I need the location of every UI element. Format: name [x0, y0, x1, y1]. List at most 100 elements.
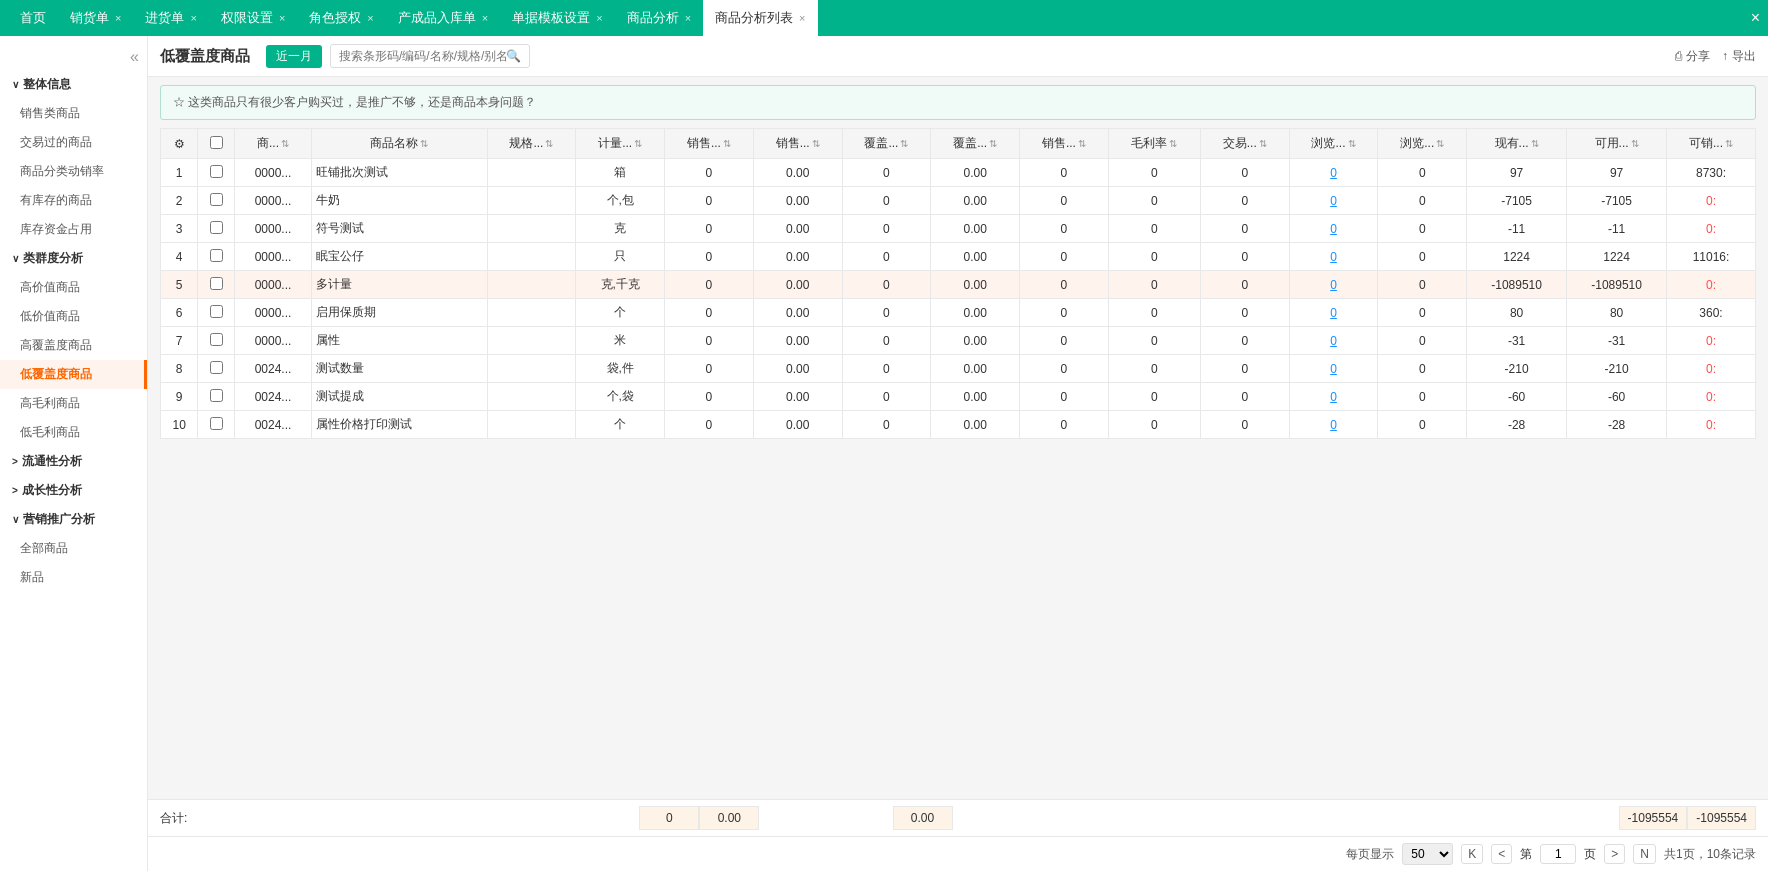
row-browse1[interactable]: 0 [1289, 355, 1378, 383]
col-name[interactable]: 商品名称⇅ [311, 129, 487, 159]
row-checkbox[interactable] [198, 159, 235, 187]
sidebar-item-all-goods[interactable]: 全部商品 [0, 534, 147, 563]
first-page-btn[interactable]: K [1461, 844, 1483, 864]
col-unit[interactable]: 计量...⇅ [576, 129, 665, 159]
last-page-btn[interactable]: N [1633, 844, 1656, 864]
sidebar-item-new-goods[interactable]: 新品 [0, 563, 147, 592]
search-icon[interactable]: 🔍 [506, 49, 521, 63]
sidebar-item-high-coverage[interactable]: 高覆盖度商品 [0, 331, 147, 360]
col-current[interactable]: 现有...⇅ [1467, 129, 1567, 159]
sidebar-item-capital-occupation[interactable]: 库存资金占用 [0, 215, 147, 244]
prev-page-btn[interactable]: < [1491, 844, 1512, 864]
row-checkbox[interactable] [198, 383, 235, 411]
row-checkbox[interactable] [198, 355, 235, 383]
nav-goods-analysis-list[interactable]: 商品分析列表 × [703, 0, 817, 36]
close-purchase-order-icon[interactable]: × [190, 12, 196, 24]
sidebar-item-low-value[interactable]: 低价值商品 [0, 302, 147, 331]
col-sales3[interactable]: 销售...⇅ [1020, 129, 1109, 159]
sidebar-item-stocked-goods[interactable]: 有库存的商品 [0, 186, 147, 215]
row-browse1[interactable]: 0 [1289, 187, 1378, 215]
row-checkbox[interactable] [198, 243, 235, 271]
sidebar-item-high-margin[interactable]: 高毛利商品 [0, 389, 147, 418]
row-browse1[interactable]: 0 [1289, 327, 1378, 355]
close-role-auth-icon[interactable]: × [367, 12, 373, 24]
row-checkbox[interactable] [198, 215, 235, 243]
close-goods-analysis-icon[interactable]: × [685, 12, 691, 24]
row-available: 97 [1567, 159, 1667, 187]
row-browse1[interactable]: 0 [1289, 383, 1378, 411]
row-select-checkbox[interactable] [210, 361, 223, 374]
col-available[interactable]: 可用...⇅ [1567, 129, 1667, 159]
close-goods-analysis-list-icon[interactable]: × [799, 12, 805, 24]
col-sales-amt[interactable]: 销售...⇅ [753, 129, 842, 159]
nav-template-setting[interactable]: 单据模板设置 × [500, 0, 614, 36]
sidebar-collapse-btn[interactable]: « [130, 48, 139, 66]
col-spec[interactable]: 规格...⇅ [487, 129, 576, 159]
row-select-checkbox[interactable] [210, 333, 223, 346]
close-template-icon[interactable]: × [596, 12, 602, 24]
close-sales-order-icon[interactable]: × [115, 12, 121, 24]
page-size-select[interactable]: 50 100 200 [1402, 843, 1453, 865]
row-checkbox[interactable] [198, 411, 235, 439]
next-page-btn[interactable]: > [1604, 844, 1625, 864]
row-checkbox[interactable] [198, 327, 235, 355]
row-spec [487, 327, 576, 355]
sidebar-item-high-value[interactable]: 高价值商品 [0, 273, 147, 302]
col-cover1[interactable]: 覆盖...⇅ [842, 129, 931, 159]
row-select-checkbox[interactable] [210, 165, 223, 178]
close-finished-goods-icon[interactable]: × [482, 12, 488, 24]
col-cover2[interactable]: 覆盖...⇅ [931, 129, 1020, 159]
table-header-row: ⚙ 商...⇅ 商品名称⇅ 规格...⇅ 计量...⇅ 销售...⇅ 销售...… [161, 129, 1756, 159]
row-browse1[interactable]: 0 [1289, 411, 1378, 439]
sidebar-section-overall[interactable]: ∨ 整体信息 [0, 70, 147, 99]
row-checkbox[interactable] [198, 187, 235, 215]
row-browse1[interactable]: 0 [1289, 159, 1378, 187]
col-gross-rate[interactable]: 毛利率⇅ [1108, 129, 1200, 159]
col-browse2[interactable]: 浏览...⇅ [1378, 129, 1467, 159]
row-select-checkbox[interactable] [210, 221, 223, 234]
col-trade[interactable]: 交易...⇅ [1200, 129, 1289, 159]
nav-finished-goods[interactable]: 产成品入库单 × [386, 0, 500, 36]
sidebar-section-cluster[interactable]: ∨ 类群度分析 [0, 244, 147, 273]
select-all-checkbox[interactable] [210, 136, 223, 149]
col-saleable[interactable]: 可销...⇅ [1667, 129, 1756, 159]
row-browse1[interactable]: 0 [1289, 243, 1378, 271]
row-browse1[interactable]: 0 [1289, 271, 1378, 299]
row-select-checkbox[interactable] [210, 305, 223, 318]
row-browse1[interactable]: 0 [1289, 215, 1378, 243]
nav-sales-order[interactable]: 销货单 × [58, 0, 133, 36]
search-input[interactable] [330, 44, 530, 68]
sidebar-item-category-turnover[interactable]: 商品分类动销率 [0, 157, 147, 186]
export-button[interactable]: ↑ 导出 [1722, 48, 1756, 65]
sidebar-section-marketing[interactable]: ∨ 营销推广分析 [0, 505, 147, 534]
nav-goods-analysis[interactable]: 商品分析 × [615, 0, 703, 36]
current-page-input[interactable] [1540, 844, 1576, 864]
sidebar-item-traded-goods[interactable]: 交易过的商品 [0, 128, 147, 157]
period-button[interactable]: 近一月 [266, 45, 322, 68]
nav-purchase-order[interactable]: 进货单 × [133, 0, 208, 36]
col-sales-qty[interactable]: 销售...⇅ [665, 129, 754, 159]
row-select-checkbox[interactable] [210, 389, 223, 402]
row-select-checkbox[interactable] [210, 417, 223, 430]
share-button[interactable]: ⎙ 分享 [1675, 48, 1710, 65]
col-settings[interactable]: ⚙ [161, 129, 198, 159]
row-checkbox[interactable] [198, 271, 235, 299]
sidebar-section-flow[interactable]: > 流通性分析 [0, 447, 147, 476]
sidebar-item-low-margin[interactable]: 低毛利商品 [0, 418, 147, 447]
sidebar-item-low-coverage[interactable]: 低覆盖度商品 [0, 360, 147, 389]
row-checkbox[interactable] [198, 299, 235, 327]
col-checkbox[interactable] [198, 129, 235, 159]
close-permission-icon[interactable]: × [279, 12, 285, 24]
col-code[interactable]: 商...⇅ [235, 129, 312, 159]
sidebar-item-sales-goods[interactable]: 销售类商品 [0, 99, 147, 128]
row-select-checkbox[interactable] [210, 193, 223, 206]
row-select-checkbox[interactable] [210, 249, 223, 262]
row-browse1[interactable]: 0 [1289, 299, 1378, 327]
row-select-checkbox[interactable] [210, 277, 223, 290]
nav-role-auth[interactable]: 角色授权 × [297, 0, 385, 36]
close-all-tabs-icon[interactable]: × [1751, 9, 1760, 27]
sidebar-section-growth[interactable]: > 成长性分析 [0, 476, 147, 505]
nav-home[interactable]: 首页 [8, 0, 58, 36]
nav-permission-setting[interactable]: 权限设置 × [209, 0, 297, 36]
col-browse1[interactable]: 浏览...⇅ [1289, 129, 1378, 159]
